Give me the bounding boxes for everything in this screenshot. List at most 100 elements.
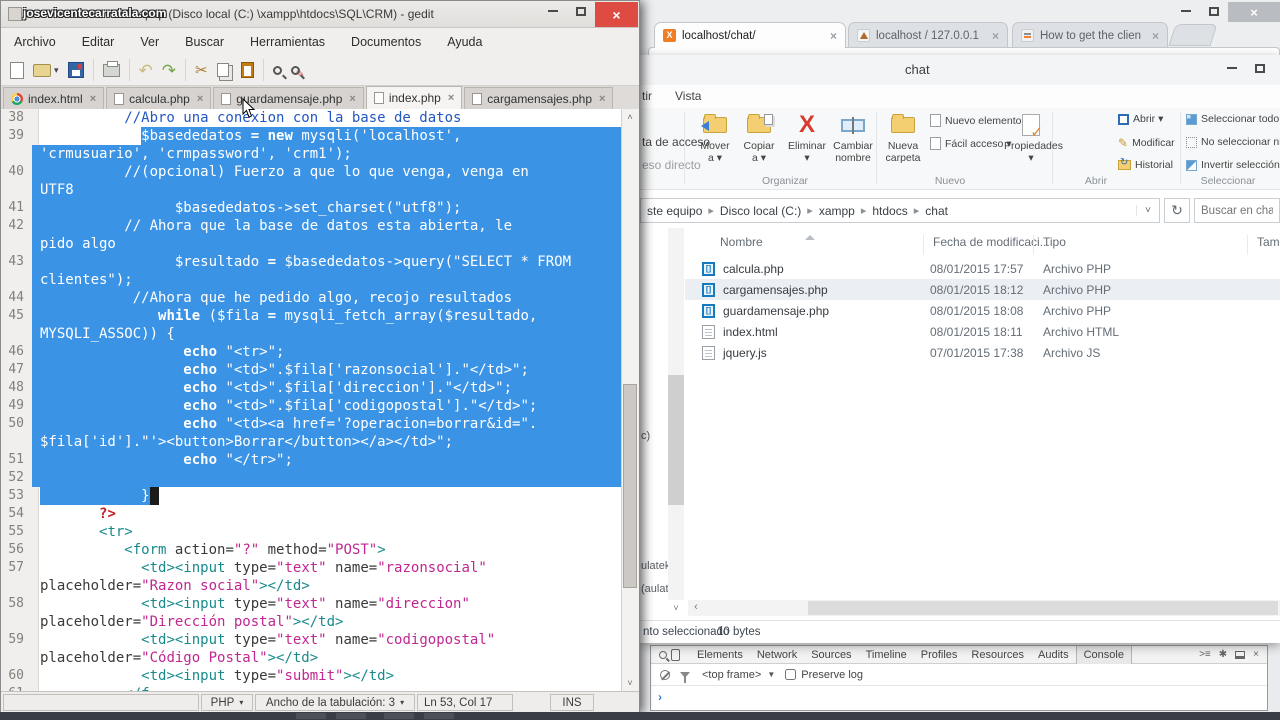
devtools-tab-sources[interactable]: Sources [804, 646, 858, 664]
devtools-tab-elements[interactable]: Elements [690, 646, 750, 664]
filter-icon[interactable] [680, 671, 690, 683]
find-button[interactable] [272, 65, 282, 75]
delete-button[interactable]: X Eliminar ▾ [784, 110, 830, 165]
scroll-down-icon[interactable]: ˅ [622, 675, 638, 691]
menu-buscar[interactable]: Buscar [172, 30, 237, 54]
copy-button[interactable] [216, 63, 232, 77]
device-mode-icon[interactable] [671, 648, 680, 661]
file-row-index.html[interactable]: index.html 08/01/2015 18:11 Archivo HTML [685, 321, 1280, 342]
history-button[interactable]: Historial [1118, 157, 1173, 171]
scroll-left-icon[interactable]: ‹ [688, 600, 704, 616]
gedit-tab-calcula.php[interactable]: calcula.php × [106, 87, 212, 109]
tab-close-icon[interactable]: × [90, 93, 96, 105]
copy-to-button[interactable]: Copiar a ▾ [736, 110, 782, 164]
menu-editar[interactable]: Editar [69, 30, 128, 54]
tab-close-icon[interactable]: × [349, 93, 355, 105]
gedit-minimize-button[interactable] [539, 2, 567, 20]
print-button[interactable] [102, 60, 120, 77]
column-header-tipo[interactable]: Tipo [1043, 235, 1066, 249]
editor-scrollbar[interactable]: ˄ ˅ [621, 109, 638, 691]
breadcrumb-this-pc[interactable]: ste equipo [641, 204, 708, 218]
menu-documentos[interactable]: Documentos [338, 30, 434, 54]
breadcrumb-htdocs[interactable]: htdocs [866, 204, 913, 218]
rename-button[interactable]: Cambiar nombre [830, 110, 876, 164]
edit-button[interactable]: ✎ Modificar [1118, 136, 1175, 150]
scrollbar-thumb[interactable] [623, 384, 637, 588]
open-button[interactable]: ▾ [33, 63, 59, 77]
breadcrumb-xampp[interactable]: xampp [813, 204, 861, 218]
ribbon-tab-vista[interactable]: Vista [675, 89, 701, 103]
devtools-search-icon[interactable] [659, 650, 667, 659]
open-button[interactable]: Abrir ▾ [1118, 113, 1163, 125]
settings-gear-icon[interactable]: ✱ [1219, 649, 1227, 660]
nav-pane-scrollbar[interactable] [668, 228, 684, 600]
scroll-down-icon[interactable]: ˅ [668, 600, 684, 616]
new-document-button[interactable] [10, 61, 24, 79]
console-prompt[interactable]: › [651, 686, 1267, 704]
gedit-tab-index.php[interactable]: index.php × [365, 86, 463, 109]
gedit-maximize-button[interactable] [567, 2, 595, 20]
scroll-up-icon[interactable]: ˄ [622, 109, 638, 125]
browser-maximize-button[interactable] [1200, 2, 1228, 20]
menu-archivo[interactable]: Archivo [1, 30, 69, 54]
browser-tab-3[interactable]: How to get the clien × [1012, 22, 1168, 48]
file-row-jquery.js[interactable]: jquery.js 07/01/2015 17:38 Archivo JS [685, 342, 1280, 363]
explorer-minimize-button[interactable] [1218, 59, 1246, 77]
menu-herramientas[interactable]: Herramientas [237, 30, 338, 54]
devtools-tab-timeline[interactable]: Timeline [859, 646, 914, 664]
properties-button[interactable]: Propiedades ▾ [1004, 110, 1063, 164]
console-drawer-icon[interactable]: >≡ [1199, 649, 1211, 660]
tab-width-selector[interactable]: Ancho de la tabulación: 3 ▾ [255, 694, 415, 711]
tab-close-icon[interactable]: × [448, 92, 454, 104]
column-header-nombre[interactable]: Nombre [720, 235, 763, 249]
file-row-calcula.php[interactable]: [] calcula.php 08/01/2015 17:57 Archivo PHP [685, 258, 1280, 279]
devtools-tab-resources[interactable]: Resources [964, 646, 1031, 664]
devtools-tab-audits[interactable]: Audits [1031, 646, 1076, 664]
file-row-cargamensajes.php[interactable]: [] cargamensajes.php 08/01/2015 18:12 Archi… [685, 279, 1280, 300]
devtools-tab-profiles[interactable]: Profiles [914, 646, 965, 664]
menu-ver[interactable]: Ver [127, 30, 172, 54]
dock-side-icon[interactable] [1235, 650, 1246, 659]
new-folder-button[interactable]: Nueva carpeta [880, 110, 926, 164]
ribbon-tab-compartir-fragment[interactable]: tir [642, 89, 652, 103]
breadcrumb-disk-c[interactable]: Disco local (C:) [714, 204, 807, 218]
move-to-button[interactable]: Mover a ▾ [692, 110, 738, 164]
language-selector[interactable]: PHP ▾ [201, 694, 253, 711]
preserve-log-checkbox[interactable] [785, 669, 797, 680]
tab-close-icon[interactable]: × [197, 93, 203, 105]
breadcrumb-chat[interactable]: chat [919, 204, 954, 218]
gedit-tab-index.html[interactable]: index.html × [3, 87, 105, 109]
paste-button[interactable] [240, 62, 254, 78]
address-dropdown-icon[interactable]: ˅ [1136, 205, 1159, 216]
tab-close-icon[interactable]: × [599, 93, 605, 105]
select-all-button[interactable]: Seleccionar todo [1186, 113, 1279, 125]
scrollbar-thumb[interactable] [808, 601, 1278, 615]
browser-tab-2[interactable]: localhost / 127.0.0.1 × [848, 22, 1008, 48]
new-tab-button[interactable] [1168, 24, 1218, 46]
frame-selector[interactable]: <top frame> [702, 669, 761, 681]
explorer-maximize-button[interactable] [1246, 59, 1274, 77]
file-row-guardamensaje.php[interactable]: [] guardamensaje.php 08/01/2015 18:08 Archi… [685, 300, 1280, 321]
browser-minimize-button[interactable] [1172, 2, 1200, 20]
easy-access-button[interactable]: Fácil acceso ▾ [930, 137, 1012, 150]
invert-selection-button[interactable]: Invertir selección [1186, 159, 1280, 171]
devtools-tab-console[interactable]: Console [1075, 645, 1132, 664]
save-button[interactable] [67, 62, 84, 78]
column-header-tamano[interactable]: Tam [1257, 235, 1280, 249]
search-input[interactable] [1195, 199, 1279, 222]
address-bar[interactable]: ste equipo ▸ Disco local (C:) ▸ xampp ▸ … [640, 198, 1160, 223]
select-none-button[interactable]: No seleccionar ning [1186, 136, 1280, 148]
horizontal-scrollbar[interactable]: ‹ [688, 600, 1280, 616]
tab-close-icon[interactable]: × [830, 29, 837, 43]
scrollbar-thumb[interactable] [668, 375, 684, 505]
browser-close-button[interactable]: × [1228, 2, 1280, 22]
taskbar[interactable] [0, 712, 1280, 720]
browser-tab-1[interactable]: Xlocalhost/chat/ × [654, 22, 846, 48]
menu-ayuda[interactable]: Ayuda [434, 30, 495, 54]
gedit-close-button[interactable]: × [595, 2, 638, 27]
find-replace-button[interactable]: ✎ [290, 60, 305, 81]
redo-button[interactable]: ↷ [162, 62, 176, 79]
gedit-tab-cargamensajes.php[interactable]: cargamensajes.php × [464, 87, 614, 109]
gedit-tab-guardamensaje.php[interactable]: guardamensaje.php × [213, 87, 364, 109]
undo-button[interactable]: ↶ [139, 62, 153, 79]
